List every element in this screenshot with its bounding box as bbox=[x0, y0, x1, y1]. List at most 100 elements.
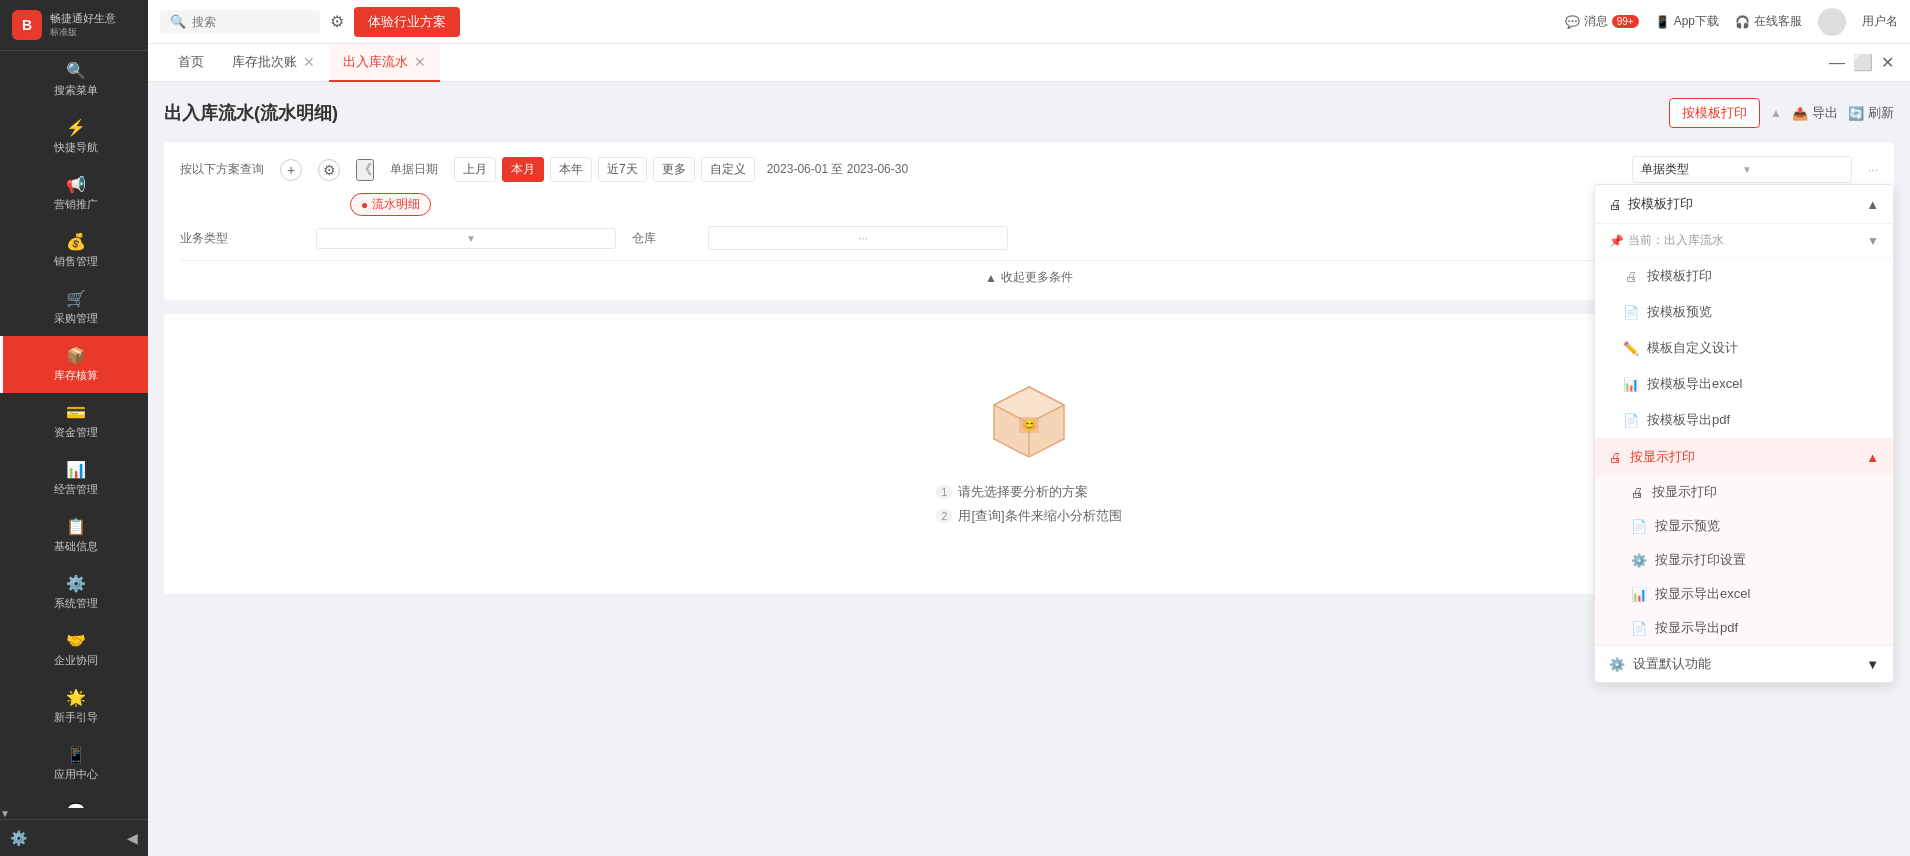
sidebar-item-label-guide: 新手引导 bbox=[54, 710, 98, 725]
date-this-year-btn[interactable]: 本年 bbox=[550, 157, 592, 182]
dropdown-item-display-settings[interactable]: ⚙️ 按显示打印设置 bbox=[1595, 543, 1893, 577]
sidebar-item-label-sales: 销售管理 bbox=[54, 254, 98, 269]
warehouse-field[interactable]: ··· bbox=[708, 226, 1008, 250]
tab-flow-label: 出入库流水 bbox=[343, 53, 408, 71]
online-service-action[interactable]: 🎧 在线客服 bbox=[1735, 13, 1802, 30]
chevron-up-icon[interactable]: ▲ bbox=[1770, 106, 1782, 120]
filter-add-button[interactable]: + bbox=[280, 159, 302, 181]
display-excel-icon: 📊 bbox=[1631, 587, 1647, 602]
doc-type-more-icon[interactable]: ··· bbox=[1868, 163, 1878, 177]
tip-text-1: 请先选择要分析的方案 bbox=[958, 483, 1088, 501]
display-section-arrow-icon[interactable]: ▲ bbox=[1866, 450, 1879, 465]
sidebar-item-basic[interactable]: 📋 基础信息 bbox=[0, 507, 148, 564]
display-settings-icon: ⚙️ bbox=[1631, 553, 1647, 568]
sidebar-item-cooperation[interactable]: 🤝 企业协同 bbox=[0, 621, 148, 678]
scroll-down-arrow[interactable]: ▼ bbox=[0, 808, 148, 819]
refresh-button[interactable]: 🔄 刷新 bbox=[1848, 104, 1894, 122]
app-download-icon: 📱 bbox=[1655, 15, 1670, 29]
date-more-btn[interactable]: 更多 bbox=[653, 157, 695, 182]
brand-badge: 标准版 bbox=[50, 26, 116, 39]
doc-type-field[interactable]: 单据类型 ▼ bbox=[1632, 156, 1852, 183]
sidebar-item-label-inventory: 库存核算 bbox=[54, 368, 98, 383]
filter-label: 按以下方案查询 bbox=[180, 161, 264, 178]
online-service-label: 在线客服 bbox=[1754, 13, 1802, 30]
dropdown-item-template-custom[interactable]: ✏️ 模板自定义设计 bbox=[1595, 330, 1893, 366]
sidebar-item-inventory[interactable]: 📦 库存核算 bbox=[0, 336, 148, 393]
tab-flow[interactable]: 出入库流水 ✕ bbox=[329, 44, 440, 82]
settings-icon[interactable]: ⚙️ bbox=[10, 830, 27, 846]
topbar-search-box[interactable]: 🔍 bbox=[160, 10, 320, 33]
sidebar-item-label-quick: 快捷导航 bbox=[54, 140, 98, 155]
sidebar-item-guide[interactable]: 🌟 新手引导 bbox=[0, 678, 148, 735]
date-this-month-btn[interactable]: 本月 bbox=[502, 157, 544, 182]
filter-config-button[interactable]: ⚙ bbox=[318, 159, 340, 181]
message-action[interactable]: 💬 消息 99+ bbox=[1565, 13, 1639, 30]
template-custom-icon: ✏️ bbox=[1623, 340, 1639, 356]
footer-label: ⚙️ 设置默认功能 bbox=[1609, 655, 1711, 673]
sidebar-item-wechat[interactable]: 💬 企业微信 bbox=[0, 792, 148, 808]
display-print-icon: 🖨 bbox=[1631, 485, 1644, 500]
page-actions: 按模板打印 ▲ 📤 导出 🔄 刷新 bbox=[1669, 98, 1894, 128]
sidebar-item-quick[interactable]: ⚡ 快捷导航 bbox=[0, 108, 148, 165]
dropdown-item-template-excel[interactable]: 📊 按模板导出excel bbox=[1595, 366, 1893, 402]
tab-batch[interactable]: 库存批次账 ✕ bbox=[218, 44, 329, 82]
sidebar-item-search[interactable]: 🔍 搜索菜单 bbox=[0, 51, 148, 108]
dropdown-footer[interactable]: ⚙️ 设置默认功能 ▼ bbox=[1595, 645, 1893, 682]
filter-collapse-button[interactable]: 《 bbox=[356, 159, 374, 181]
tab-batch-close[interactable]: ✕ bbox=[303, 54, 315, 70]
gear-icon[interactable]: ⚙ bbox=[330, 12, 344, 31]
brand-name: 畅捷通好生意 bbox=[50, 11, 116, 25]
dropdown-item-display-pdf[interactable]: 📄 按显示导出pdf bbox=[1595, 611, 1893, 645]
date-filter: 上月 本月 本年 近7天 更多 自定义 2023-06-01 至 2023-06… bbox=[454, 157, 1616, 182]
sidebar-item-system[interactable]: ⚙️ 系统管理 bbox=[0, 564, 148, 621]
dropdown-item-template-preview[interactable]: 📄 按模板预览 bbox=[1595, 294, 1893, 330]
sidebar-item-operation[interactable]: 📊 经营管理 bbox=[0, 450, 148, 507]
sidebar-item-label-search: 搜索菜单 bbox=[54, 83, 98, 98]
sidebar-item-finance[interactable]: 💳 资金管理 bbox=[0, 393, 148, 450]
display-section-header[interactable]: 🖨 按显示打印 ▲ bbox=[1595, 439, 1893, 475]
current-arrow-icon[interactable]: ▼ bbox=[1867, 234, 1879, 248]
cooperation-icon: 🤝 bbox=[66, 631, 86, 650]
doc-type-label: 单据类型 bbox=[1641, 161, 1742, 178]
dropdown-collapse-icon[interactable]: ▲ bbox=[1866, 197, 1879, 212]
export-button[interactable]: 📤 导出 bbox=[1792, 104, 1838, 122]
avatar[interactable] bbox=[1818, 8, 1846, 36]
warehouse-more-icon[interactable]: ··· bbox=[858, 231, 999, 245]
tag-icon: ● bbox=[361, 198, 368, 212]
headset-icon: 🎧 bbox=[1735, 15, 1750, 29]
dropdown-item-template-pdf[interactable]: 📄 按模板导出pdf bbox=[1595, 402, 1893, 438]
template-print-button[interactable]: 按模板打印 bbox=[1669, 98, 1760, 128]
sidebar-item-label-finance: 资金管理 bbox=[54, 425, 98, 440]
tab-flow-close[interactable]: ✕ bbox=[414, 54, 426, 70]
sidebar-scroll: 🔍 搜索菜单 ⚡ 快捷导航 📢 营销推广 💰 销售管理 🛒 采购管理 📦 库存核… bbox=[0, 51, 148, 808]
sidebar-item-marketing[interactable]: 📢 营销推广 bbox=[0, 165, 148, 222]
display-print-section: 🖨 按显示打印 ▲ 🖨 按显示打印 📄 按显示预览 ⚙️ bbox=[1595, 438, 1893, 645]
search-input[interactable] bbox=[192, 15, 292, 29]
date-custom-btn[interactable]: 自定义 bbox=[701, 157, 755, 182]
dropdown-item-display-print[interactable]: 🖨 按显示打印 bbox=[1595, 475, 1893, 509]
date-prev-month-btn[interactable]: 上月 bbox=[454, 157, 496, 182]
template-preview-icon: 📄 bbox=[1623, 304, 1639, 320]
dropdown-item-display-preview[interactable]: 📄 按显示预览 bbox=[1595, 509, 1893, 543]
business-type-field[interactable]: ▼ bbox=[316, 228, 616, 249]
sidebar-item-sales[interactable]: 💰 销售管理 bbox=[0, 222, 148, 279]
app-download-action[interactable]: 📱 App下载 bbox=[1655, 13, 1719, 30]
close-window-button[interactable]: ✕ bbox=[1881, 53, 1894, 72]
current-icon: 📌 bbox=[1609, 234, 1624, 248]
purchase-icon: 🛒 bbox=[66, 289, 86, 308]
trial-button[interactable]: 体验行业方案 bbox=[354, 7, 460, 37]
dropdown-item-template-print[interactable]: 🖨 按模板打印 bbox=[1595, 258, 1893, 294]
sidebar-item-purchase[interactable]: 🛒 采购管理 bbox=[0, 279, 148, 336]
sidebar-item-appstore[interactable]: 📱 应用中心 bbox=[0, 735, 148, 792]
page-header: 出入库流水(流水明细) 按模板打印 ▲ 📤 导出 🔄 刷新 bbox=[164, 98, 1894, 128]
date-last7-btn[interactable]: 近7天 bbox=[598, 157, 647, 182]
guide-icon: 🌟 bbox=[66, 688, 86, 707]
maximize-button[interactable]: ⬜ bbox=[1853, 53, 1873, 72]
tabs-bar: 首页 库存批次账 ✕ 出入库流水 ✕ — ⬜ ✕ bbox=[148, 44, 1910, 82]
filter-tag-flow[interactable]: ● 流水明细 bbox=[350, 193, 431, 216]
collapse-sidebar-icon[interactable]: ◀ bbox=[127, 830, 138, 846]
username-label: 用户名 bbox=[1862, 13, 1898, 30]
minimize-button[interactable]: — bbox=[1829, 53, 1845, 72]
dropdown-item-display-excel[interactable]: 📊 按显示导出excel bbox=[1595, 577, 1893, 611]
tab-home[interactable]: 首页 bbox=[164, 44, 218, 82]
